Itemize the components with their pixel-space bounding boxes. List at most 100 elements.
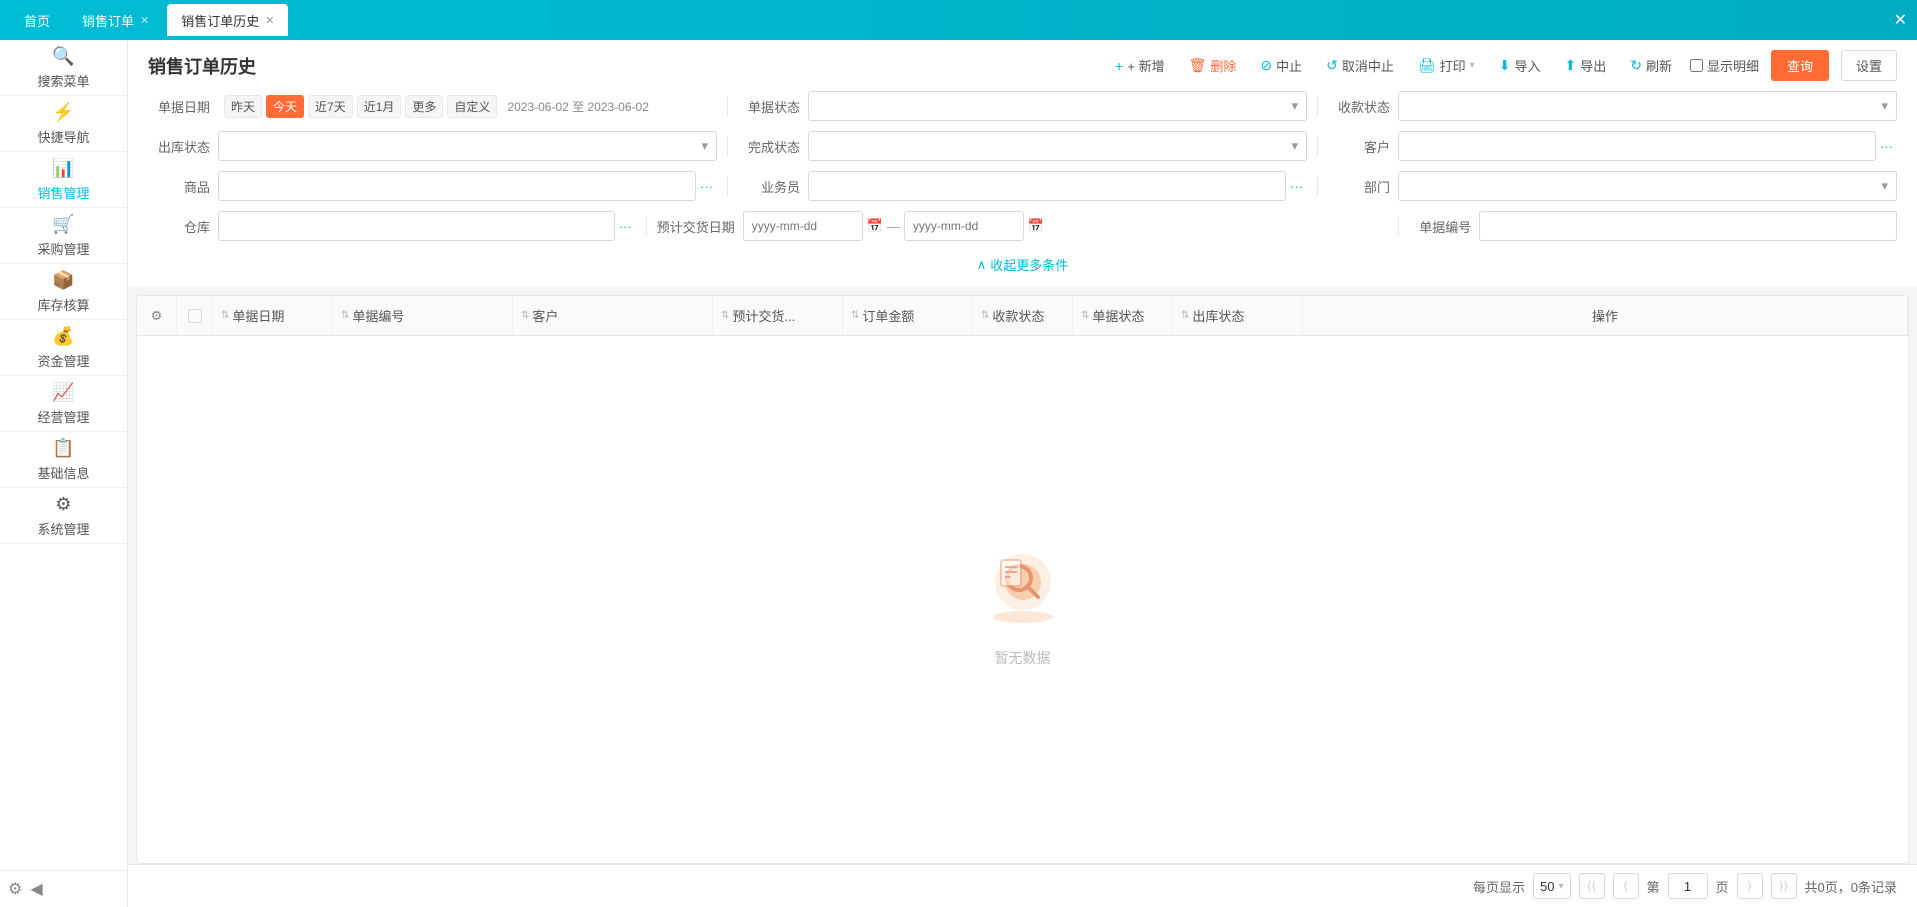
th-amount[interactable]: ⇅ 订单金额 xyxy=(843,296,973,335)
page-size-value: 50 xyxy=(1540,879,1554,894)
th-date-label: 单据日期 xyxy=(232,306,284,325)
date-btn-yesterday[interactable]: 昨天 xyxy=(224,95,262,118)
th-order-status[interactable]: ⇅ 单据状态 xyxy=(1073,296,1173,335)
dept-select[interactable]: ▾ xyxy=(1398,171,1897,201)
complete-select[interactable]: ▾ xyxy=(808,131,1307,161)
cancel-stop-icon: ↺ xyxy=(1326,57,1338,74)
date-btn-7days[interactable]: 近7天 xyxy=(308,95,353,118)
complete-arrow: ▾ xyxy=(1291,138,1298,154)
export-button[interactable]: ⬆ 导出 xyxy=(1558,52,1612,79)
delivery-date-start[interactable] xyxy=(743,211,863,241)
th-customer-label: 客户 xyxy=(532,306,558,325)
content-area: 销售订单历史 + + 新增 🗑 删除 ⊘ 中止 ↺ xyxy=(128,40,1917,907)
sidebar-item-operation[interactable]: 📈 经营管理 xyxy=(0,376,127,432)
prev-page-button[interactable]: ⟨ xyxy=(1613,873,1639,899)
table-container: ⚙ ⇅ 单据日期 ⇅ 单据编号 ⇅ 客户 ⇅ xyxy=(136,295,1909,864)
sidebar-item-basic-info-label: 基础信息 xyxy=(37,463,89,482)
product-input[interactable] xyxy=(218,171,696,201)
product-ellipsis[interactable]: ··· xyxy=(696,179,717,194)
salesperson-input[interactable] xyxy=(808,171,1286,201)
show-detail-checkbox-label[interactable]: 显示明细 xyxy=(1690,56,1759,75)
pay-status-select[interactable]: ▾ xyxy=(1398,91,1897,121)
print-button[interactable]: 🖨 打印 ▾ xyxy=(1412,52,1481,79)
query-button[interactable]: 查询 xyxy=(1771,50,1829,81)
tab-sales-order-close[interactable]: ✕ xyxy=(140,14,149,27)
new-icon: + xyxy=(1115,58,1123,74)
delete-button[interactable]: 🗑 删除 xyxy=(1183,52,1243,79)
empty-illustration xyxy=(973,532,1073,632)
empty-text: 暂无数据 xyxy=(995,648,1051,668)
date-btn-custom[interactable]: 自定义 xyxy=(447,95,497,118)
sidebar-item-quick-nav[interactable]: ⚡ 快捷导航 xyxy=(0,96,127,152)
collapse-filter-btn[interactable]: ∧ 收起更多条件 xyxy=(148,251,1897,282)
import-button[interactable]: ⬇ 导入 xyxy=(1493,52,1547,79)
tab-home[interactable]: 首页 xyxy=(10,4,64,36)
sidebar-item-search-menu[interactable]: 🔍 搜索菜单 xyxy=(0,40,127,96)
cancel-stop-button[interactable]: ↺ 取消中止 xyxy=(1320,52,1400,79)
salesperson-ellipsis[interactable]: ··· xyxy=(1286,179,1307,194)
th-delivery[interactable]: ⇅ 预计交货... xyxy=(713,296,843,335)
delivery-date-end[interactable] xyxy=(904,211,1024,241)
refresh-button[interactable]: ↻ 刷新 xyxy=(1624,52,1678,79)
page-size-select[interactable]: 50 ▾ xyxy=(1533,873,1571,899)
first-page-button[interactable]: ⟨⟨ xyxy=(1579,873,1605,899)
collapse-sidebar-icon[interactable]: ◀ xyxy=(30,879,42,899)
show-detail-label-text: 显示明细 xyxy=(1707,56,1759,75)
th-operate: 操作 xyxy=(1303,296,1908,335)
table-settings-icon[interactable]: ⚙ xyxy=(151,308,163,324)
tab-sales-order-label: 销售订单 xyxy=(82,11,134,30)
purchase-mgmt-icon: 🛒 xyxy=(52,214,74,235)
stop-button[interactable]: ⊘ 中止 xyxy=(1254,52,1308,79)
date-btn-1month[interactable]: 近1月 xyxy=(357,95,402,118)
sidebar-item-sales-mgmt[interactable]: 📊 销售管理 xyxy=(0,152,127,208)
th-customer[interactable]: ⇅ 客户 xyxy=(513,296,713,335)
print-dropdown-icon: ▾ xyxy=(1470,60,1475,71)
tab-sales-order[interactable]: 销售订单 ✕ xyxy=(68,4,163,36)
sidebar-item-inventory[interactable]: 📦 库存核算 xyxy=(0,264,127,320)
sidebar-item-basic-info[interactable]: 📋 基础信息 xyxy=(0,432,127,488)
date-btn-today[interactable]: 今天 xyxy=(266,95,304,118)
th-order-no[interactable]: ⇅ 单据编号 xyxy=(333,296,513,335)
next-page-button[interactable]: ⟩ xyxy=(1737,873,1763,899)
page-label: 第 xyxy=(1647,877,1660,896)
order-status-select[interactable]: ▾ xyxy=(808,91,1307,121)
calendar-start-icon[interactable]: 📅 xyxy=(867,218,883,234)
show-detail-checkbox[interactable] xyxy=(1690,59,1703,72)
stock-out-label: 出库状态 xyxy=(148,137,218,156)
customer-input[interactable] xyxy=(1398,131,1876,161)
sidebar-item-finance[interactable]: 💰 资金管理 xyxy=(0,320,127,376)
stop-icon: ⊘ xyxy=(1260,57,1272,74)
calendar-end-icon[interactable]: 📅 xyxy=(1028,218,1044,234)
order-no-input[interactable] xyxy=(1479,211,1897,241)
th-stock-status[interactable]: ⇅ 出库状态 xyxy=(1173,296,1303,335)
last-page-button[interactable]: ⟩⟩ xyxy=(1771,873,1797,899)
sidebar-bottom: ⚙ ◀ xyxy=(0,870,127,907)
tab-sales-order-history-close[interactable]: ✕ xyxy=(265,14,274,27)
warehouse-input[interactable] xyxy=(218,211,615,241)
th-order-no-label: 单据编号 xyxy=(352,306,404,325)
sidebar-item-sys-mgmt[interactable]: ⚙ 系统管理 xyxy=(0,488,127,544)
new-button[interactable]: + + 新增 xyxy=(1109,52,1170,79)
date-sort-icon: ⇅ xyxy=(221,310,229,321)
tab-sales-order-history[interactable]: 销售订单历史 ✕ xyxy=(167,4,288,36)
date-btn-more[interactable]: 更多 xyxy=(405,95,443,118)
warehouse-ellipsis[interactable]: ··· xyxy=(615,219,636,234)
sidebar-item-purchase-mgmt[interactable]: 🛒 采购管理 xyxy=(0,208,127,264)
setting-button[interactable]: 设置 xyxy=(1841,50,1897,81)
toolbar: + + 新增 🗑 删除 ⊘ 中止 ↺ 取消中止 xyxy=(1109,50,1897,81)
page-number-input[interactable] xyxy=(1668,873,1708,899)
customer-ellipsis[interactable]: ··· xyxy=(1876,139,1897,154)
th-checkbox[interactable] xyxy=(177,296,213,335)
filter-area: 销售订单历史 + + 新增 🗑 删除 ⊘ 中止 ↺ xyxy=(128,40,1917,287)
th-pay-status[interactable]: ⇅ 收款状态 xyxy=(973,296,1073,335)
th-date[interactable]: ⇅ 单据日期 xyxy=(213,296,333,335)
print-icon: 🖨 xyxy=(1418,57,1436,74)
settings-bottom-icon[interactable]: ⚙ xyxy=(8,879,22,899)
select-all-checkbox[interactable] xyxy=(188,309,202,323)
th-settings[interactable]: ⚙ xyxy=(137,296,177,335)
filter-pay-status-section: 收款状态 ▾ xyxy=(1328,91,1897,121)
filter-stock-out-section: 出库状态 ▾ xyxy=(148,131,717,161)
stock-out-select[interactable]: ▾ xyxy=(218,131,717,161)
window-close-button[interactable]: ✕ xyxy=(1894,10,1907,30)
refresh-icon: ↻ xyxy=(1630,57,1642,74)
